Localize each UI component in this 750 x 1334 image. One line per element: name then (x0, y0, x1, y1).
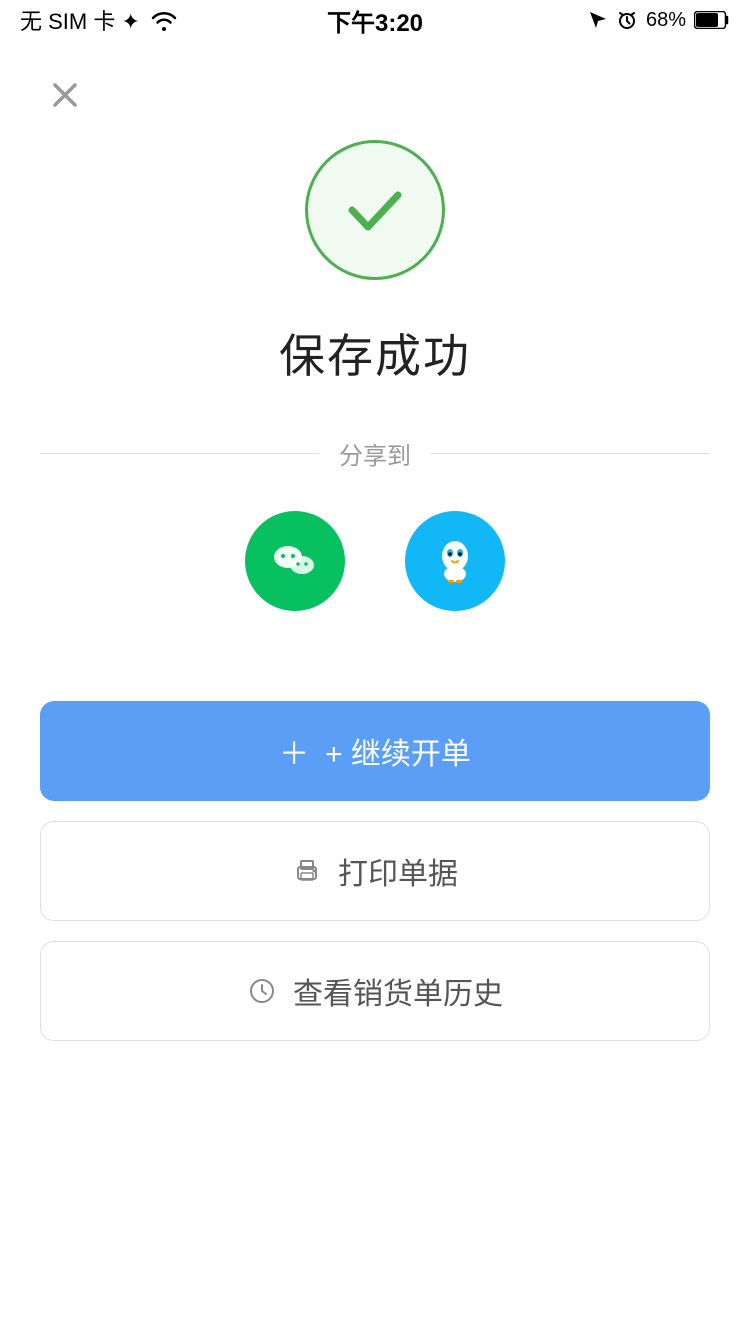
divider-line-left (40, 453, 319, 454)
clock-icon (247, 976, 277, 1006)
action-buttons: ＋ + 继续开单 打印单据 查看销货单历 (40, 701, 710, 1041)
share-label: 分享到 (339, 436, 411, 471)
print-label: 打印单据 (338, 849, 458, 893)
continue-label: + 继续开单 (325, 729, 471, 773)
divider-row: 分享到 (40, 436, 710, 471)
battery-percentage: 68% (646, 9, 686, 32)
alarm-icon (616, 9, 638, 31)
history-button[interactable]: 查看销货单历史 (40, 941, 710, 1041)
battery-icon (694, 11, 730, 29)
print-icon (292, 856, 322, 886)
sim-status: 无 SIM 卡 ✦ (20, 4, 140, 36)
wifi-icon (150, 9, 178, 31)
close-button[interactable] (40, 70, 90, 120)
share-icons (40, 511, 710, 611)
location-icon (588, 10, 608, 30)
qq-share-button[interactable] (405, 511, 505, 611)
share-section: 分享到 (40, 436, 710, 621)
history-label: 查看销货单历史 (293, 969, 503, 1013)
plus-icon: ＋ (279, 729, 309, 773)
status-time: 下午3:20 (327, 3, 423, 38)
print-button[interactable]: 打印单据 (40, 821, 710, 921)
divider-line-right (431, 453, 710, 454)
continue-button[interactable]: ＋ + 继续开单 (40, 701, 710, 801)
success-icon-circle (305, 140, 445, 280)
status-right: 68% (588, 9, 730, 32)
status-left: 无 SIM 卡 ✦ (20, 4, 178, 36)
success-title: 保存成功 (279, 320, 471, 386)
main-content: 保存成功 分享到 (0, 40, 750, 1334)
wechat-share-button[interactable] (245, 511, 345, 611)
status-bar: 无 SIM 卡 ✦ 下午3:20 68% (0, 0, 750, 40)
